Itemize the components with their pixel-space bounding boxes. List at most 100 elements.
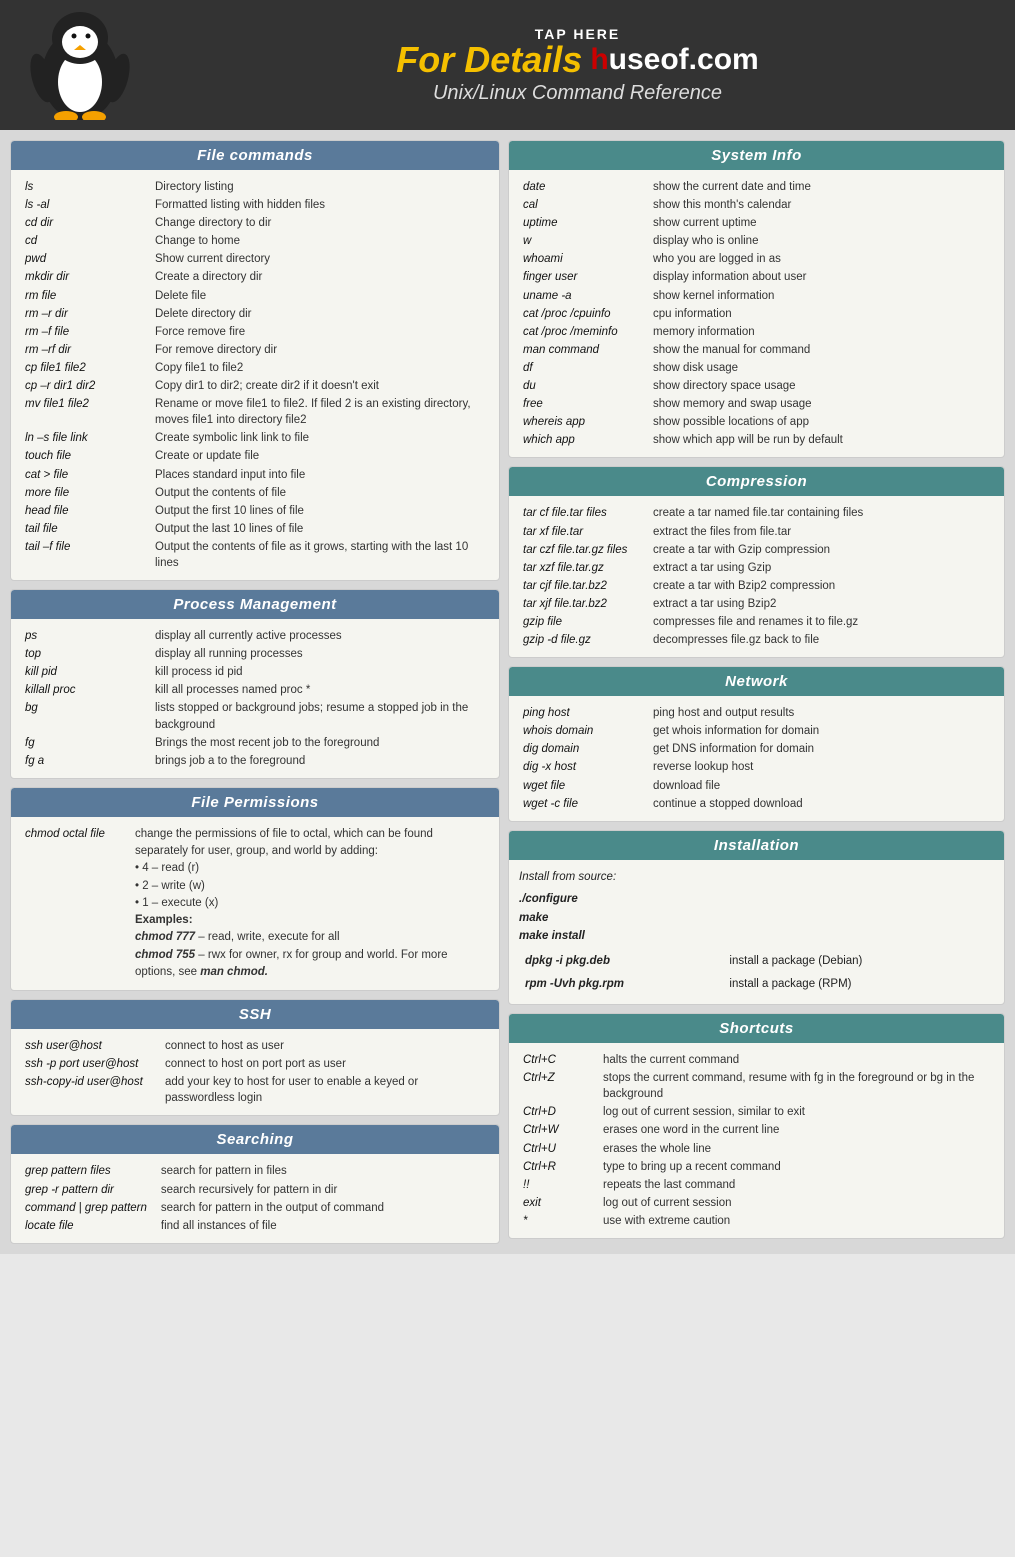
command-cell: mv file1 file2: [21, 395, 151, 429]
description-cell: kill all processes named proc *: [151, 681, 489, 699]
command-cell: grep -r pattern dir: [21, 1181, 157, 1199]
table-row: calshow this month's calendar: [519, 196, 994, 214]
file-permissions-section: File Permissions chmod octal file change…: [10, 787, 500, 991]
command-cell: ssh-copy-id user@host: [21, 1073, 161, 1107]
description-cell: erases one word in the current line: [599, 1121, 994, 1139]
unix-title: Unix/Linux Command Reference: [160, 82, 995, 105]
file-permissions-body: chmod octal file change the permissions …: [11, 817, 499, 990]
file-permissions-header: File Permissions: [11, 788, 499, 817]
list-item: make install: [519, 927, 994, 945]
command-cell: grep pattern files: [21, 1162, 157, 1180]
table-row: touch fileCreate or update file: [21, 447, 489, 465]
command-cell: !!: [519, 1176, 599, 1194]
description-cell: install a package (RPM): [725, 974, 992, 994]
table-row: gzip -d file.gzdecompresses file.gz back…: [519, 631, 994, 649]
description-cell: show the current date and time: [649, 178, 994, 196]
table-row: rm –f fileForce remove fire: [21, 323, 489, 341]
description-cell: show directory space usage: [649, 377, 994, 395]
process-management-section: Process Management psdisplay all current…: [10, 589, 500, 779]
network-header: Network: [509, 667, 1004, 696]
description-cell: memory information: [649, 323, 994, 341]
command-cell: wget -c file: [519, 795, 649, 813]
description-cell: Brings the most recent job to the foregr…: [151, 734, 489, 752]
chmod-example1: chmod 777 – read, write, execute for all: [135, 929, 485, 946]
table-row: head fileOutput the first 10 lines of fi…: [21, 502, 489, 520]
description-cell: Output the contents of file as it grows,…: [151, 538, 489, 572]
command-cell: ls -al: [21, 196, 151, 214]
command-cell: wget file: [519, 777, 649, 795]
table-row: ls -alFormatted listing with hidden file…: [21, 196, 489, 214]
description-cell: create a tar with Gzip compression: [649, 541, 994, 559]
command-cell: cp –r dir1 dir2: [21, 377, 151, 395]
command-cell: tar xf file.tar: [519, 523, 649, 541]
command-cell: tar xjf file.tar.bz2: [519, 595, 649, 613]
description-cell: extract a tar using Bzip2: [649, 595, 994, 613]
description-cell: For remove directory dir: [151, 341, 489, 359]
command-cell: more file: [21, 484, 151, 502]
description-cell: search for pattern in files: [157, 1162, 489, 1180]
chmod-row: chmod octal file change the permissions …: [21, 825, 489, 982]
command-cell: Ctrl+Z: [519, 1069, 599, 1103]
description-cell: extract a tar using Gzip: [649, 559, 994, 577]
command-cell: w: [519, 232, 649, 250]
chmod-cmd: chmod octal file: [21, 825, 131, 982]
searching-header: Searching: [11, 1125, 499, 1154]
table-row: Ctrl+Chalts the current command: [519, 1051, 994, 1069]
ssh-section: SSH ssh user@hostconnect to host as user…: [10, 999, 500, 1116]
table-row: !!repeats the last command: [519, 1176, 994, 1194]
description-cell: show which app will be run by default: [649, 431, 994, 449]
description-cell: connect to host on port port as user: [161, 1055, 489, 1073]
command-cell: ssh -p port user@host: [21, 1055, 161, 1073]
description-cell: type to bring up a recent command: [599, 1158, 994, 1176]
command-cell: dpkg -i pkg.deb: [521, 951, 723, 971]
searching-table: grep pattern filessearch for pattern in …: [21, 1162, 489, 1234]
chmod-ex2-cmd: chmod 755: [135, 949, 195, 961]
chmod-bullets: • 4 – read (r)• 2 – write (w)• 1 – execu…: [135, 860, 485, 912]
command-cell: whois domain: [519, 722, 649, 740]
description-cell: use with extreme caution: [599, 1212, 994, 1230]
command-cell: *: [519, 1212, 599, 1230]
command-cell: cat > file: [21, 466, 151, 484]
table-row: ping hostping host and output results: [519, 704, 994, 722]
description-cell: Formatted listing with hidden files: [151, 196, 489, 214]
description-cell: Show current directory: [151, 250, 489, 268]
table-row: killall prockill all processes named pro…: [21, 681, 489, 699]
file-commands-section: File commands lsDirectory listingls -alF…: [10, 140, 500, 581]
shortcuts-section: Shortcuts Ctrl+Chalts the current comman…: [508, 1013, 1005, 1239]
table-row: tail fileOutput the last 10 lines of fil…: [21, 520, 489, 538]
command-cell: uptime: [519, 214, 649, 232]
command-cell: which app: [519, 431, 649, 449]
command-cell: tar xzf file.tar.gz: [519, 559, 649, 577]
table-row: cat /proc /meminfomemory information: [519, 323, 994, 341]
install-pkg-table: dpkg -i pkg.debinstall a package (Debian…: [519, 949, 994, 996]
description-cell: Copy file1 to file2: [151, 359, 489, 377]
table-row: rpm -Uvh pkg.rpminstall a package (RPM): [521, 974, 992, 994]
chmod-ex1-cmd: chmod 777: [135, 931, 195, 943]
network-body: ping hostping host and output resultswho…: [509, 696, 1004, 821]
table-row: Ctrl+Rtype to bring up a recent command: [519, 1158, 994, 1176]
command-cell: whoami: [519, 250, 649, 268]
command-cell: dig -x host: [519, 758, 649, 776]
command-cell: Ctrl+C: [519, 1051, 599, 1069]
table-row: whoamiwho you are logged in as: [519, 250, 994, 268]
command-cell: bg: [21, 699, 151, 733]
description-cell: search for pattern in the output of comm…: [157, 1199, 489, 1217]
description-cell: Change directory to dir: [151, 214, 489, 232]
table-row: rm fileDelete file: [21, 287, 489, 305]
table-row: tar cf file.tar filescreate a tar named …: [519, 504, 994, 522]
command-cell: free: [519, 395, 649, 413]
table-row: rm –r dirDelete directory dir: [21, 305, 489, 323]
for-details-label: For Details: [396, 42, 582, 78]
table-row: ln –s file linkCreate symbolic link link…: [21, 429, 489, 447]
table-row: pwdShow current directory: [21, 250, 489, 268]
description-cell: download file: [649, 777, 994, 795]
table-row: Ctrl+Werases one word in the current lin…: [519, 1121, 994, 1139]
table-row: Ctrl+Dlog out of current session, simila…: [519, 1103, 994, 1121]
command-cell: ls: [21, 178, 151, 196]
table-row: lsDirectory listing: [21, 178, 489, 196]
command-cell: touch file: [21, 447, 151, 465]
chmod-ex2-man: man chmod.: [200, 966, 268, 978]
description-cell: erases the whole line: [599, 1140, 994, 1158]
chmod-table: chmod octal file change the permissions …: [21, 825, 489, 982]
command-cell: tar cf file.tar files: [519, 504, 649, 522]
